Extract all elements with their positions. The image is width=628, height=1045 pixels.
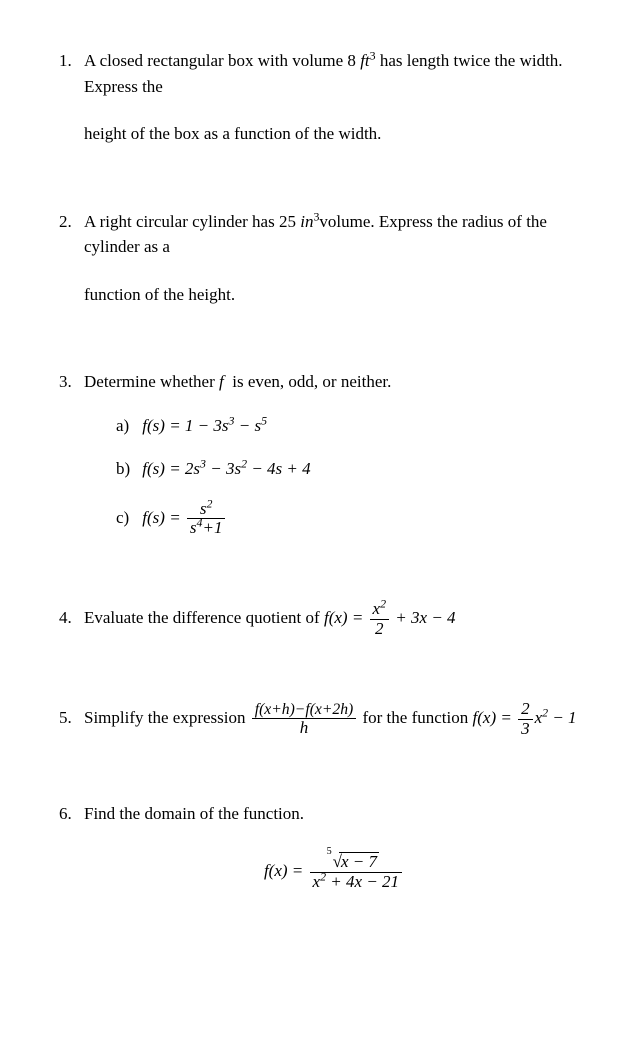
problem-6: Find the domain of the function. f(x) = … (76, 801, 584, 892)
q3-c-expr: f(s) = s2 s4+1 (142, 508, 227, 527)
q6-equation: f(x) = 5 √x − 7 x2 + 4x − 21 (84, 852, 584, 891)
q4-expr: f(x) = x2 2 + 3x − 4 (324, 608, 456, 627)
q5-fnum: 2 (518, 700, 533, 720)
q6-root-content: x − 7 (339, 852, 379, 872)
problem-3: Determine whether f is even, odd, or nei… (76, 369, 584, 538)
q6-den: x2 + 4x − 21 (310, 873, 403, 892)
q3-c: c) f(s) = s2 s4+1 (116, 500, 584, 538)
q5-fn: f(x) = 2 3 x2 − 1 (472, 708, 576, 727)
q5-mid: for the function (362, 708, 472, 727)
q3-intro: Determine whether f is even, odd, or nei… (84, 372, 391, 391)
q3-a-label: a) (116, 413, 138, 439)
q3-c-label: c) (116, 505, 138, 531)
q4-post: + 3x − 4 (395, 608, 455, 627)
q4-num: x2 (370, 600, 390, 620)
q1-line1: A closed rectangular box with volume 8 f… (84, 51, 563, 96)
q5-pre: Simplify the expression (84, 708, 250, 727)
problem-list: A closed rectangular box with volume 8 f… (52, 48, 584, 892)
q1-line2: height of the box as a function of the w… (84, 121, 584, 147)
q3-b-label: b) (116, 456, 138, 482)
q2-line1: A right circular cylinder has 25 in3volu… (84, 212, 547, 257)
q2-line2: function of the height. (84, 282, 584, 308)
problem-1: A closed rectangular box with volume 8 f… (76, 48, 584, 147)
q3-c-num: s2 (187, 500, 226, 520)
q6-root-index: 5 (327, 846, 332, 857)
q3-c-den: s4+1 (187, 519, 226, 538)
q6-intro: Find the domain of the function. (84, 804, 304, 823)
q3-b-expr: f(s) = 2s3 − 3s2 − 4s + 4 (142, 459, 310, 478)
problem-4: Evaluate the difference quotient of f(x)… (76, 600, 584, 638)
q3-a: a) f(s) = 1 − 3s3 − s5 (116, 413, 584, 439)
q3-a-expr: f(s) = 1 − 3s3 − s5 (142, 416, 267, 435)
q3-b: b) f(s) = 2s3 − 3s2 − 4s + 4 (116, 456, 584, 482)
q5-den: h (252, 719, 357, 738)
problem-5: Simplify the expression f(x+h)−f(x+2h) h… (76, 700, 584, 738)
q5-fden: 3 (518, 720, 533, 739)
q5-quotient: f(x+h)−f(x+2h) h (250, 708, 363, 727)
q4-intro: Evaluate the difference quotient of (84, 608, 324, 627)
q4-den: 2 (370, 620, 390, 639)
problem-2: A right circular cylinder has 25 in3volu… (76, 209, 584, 308)
q5-num: f(x+h)−f(x+2h) (252, 701, 357, 719)
